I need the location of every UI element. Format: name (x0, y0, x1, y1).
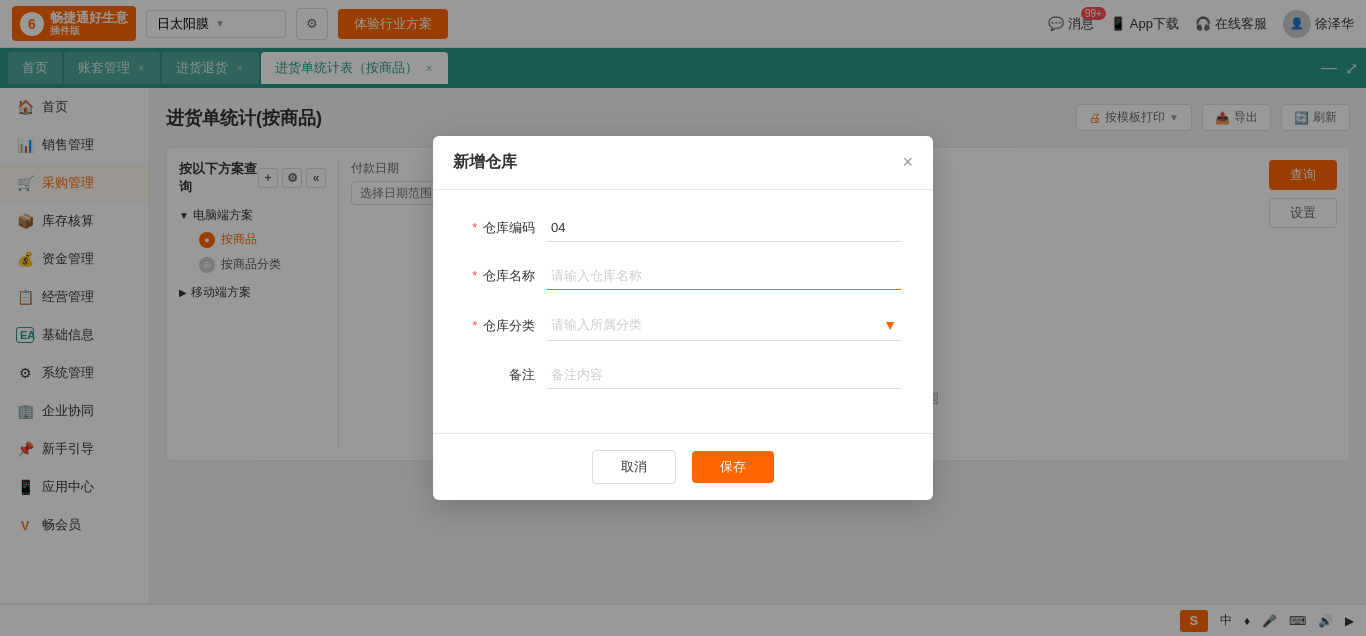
required-mark-code: * (472, 220, 477, 235)
form-row-name: * 仓库名称 (465, 262, 901, 290)
form-row-remark: 备注 (465, 361, 901, 389)
cancel-button[interactable]: 取消 (592, 450, 676, 484)
required-mark-category: * (472, 318, 477, 333)
modal-footer: 取消 保存 (433, 433, 933, 500)
warehouse-category-select[interactable]: 请输入所属分类 ▼ (547, 310, 901, 341)
warehouse-code-input[interactable] (547, 214, 901, 242)
warehouse-remark-input[interactable] (547, 361, 901, 389)
label-remark-text: 备注 (509, 367, 535, 382)
label-name-text: 仓库名称 (483, 268, 535, 283)
warehouse-name-input[interactable] (547, 262, 901, 290)
form-row-code: * 仓库编码 (465, 214, 901, 242)
form-label-name: * 仓库名称 (465, 267, 535, 285)
modal-title: 新增仓库 (453, 152, 517, 173)
modal-header: 新增仓库 × (433, 136, 933, 190)
modal-add-warehouse: 新增仓库 × * 仓库编码 * 仓库名称 (433, 136, 933, 500)
form-label-remark: 备注 (465, 366, 535, 384)
form-label-category: * 仓库分类 (465, 317, 535, 335)
form-row-category: * 仓库分类 请输入所属分类 ▼ (465, 310, 901, 341)
required-mark-name: * (472, 268, 477, 283)
modal-body: * 仓库编码 * 仓库名称 * 仓库分类 请输入所属 (433, 190, 933, 433)
label-code-text: 仓库编码 (483, 220, 535, 235)
save-button[interactable]: 保存 (692, 451, 774, 483)
category-dropdown-arrow: ▼ (883, 317, 897, 333)
form-label-code: * 仓库编码 (465, 219, 535, 237)
category-placeholder: 请输入所属分类 (551, 316, 642, 334)
label-category-text: 仓库分类 (483, 318, 535, 333)
modal-overlay[interactable]: 新增仓库 × * 仓库编码 * 仓库名称 (0, 0, 1366, 636)
modal-close-button[interactable]: × (902, 152, 913, 173)
